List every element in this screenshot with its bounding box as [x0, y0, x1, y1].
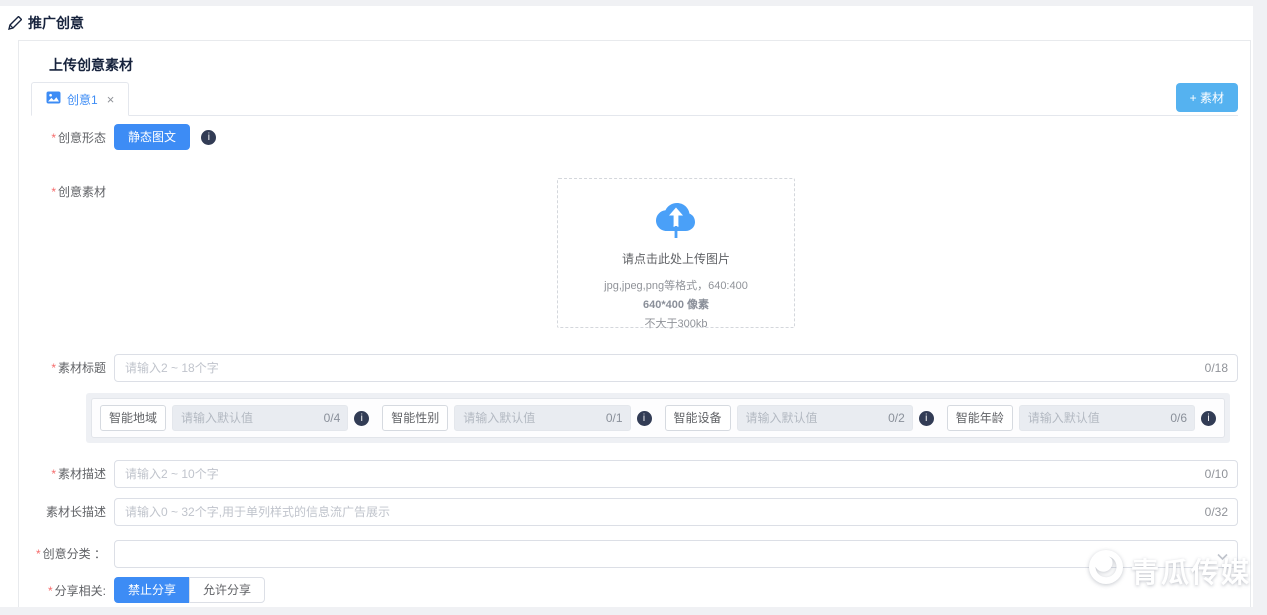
- creative-card: 上传创意素材 创意1 × + 素材 * 创意形态 静态图文 i * 创意素材 请…: [18, 40, 1251, 615]
- required-mark: *: [47, 584, 53, 598]
- bottom-scrollbar-track[interactable]: [0, 607, 1267, 615]
- row-creative-category: * 创意分类 ：: [19, 540, 1238, 568]
- smart-age-input[interactable]: [1018, 405, 1195, 431]
- smart-fields-container: 智能地域 0/4 i 智能性别 0/1 i 智能设备: [91, 398, 1225, 438]
- required-mark: *: [51, 361, 56, 375]
- smart-gender-label: 智能性别: [382, 405, 449, 431]
- top-scroll-strip: [0, 0, 1267, 6]
- material-title-label: * 素材标题: [51, 361, 106, 375]
- smart-device-input[interactable]: [736, 405, 913, 431]
- share-label: * 分享相关:: [47, 584, 106, 598]
- smart-age-label: 智能年龄: [946, 405, 1013, 431]
- static-image-text-button[interactable]: 静态图文: [114, 124, 191, 150]
- creative-form-label: * 创意形态: [51, 131, 106, 145]
- smart-gender-input[interactable]: [454, 405, 631, 431]
- required-mark: *: [51, 131, 56, 145]
- smart-region-counter: 0/4: [323, 411, 341, 425]
- right-scrollbar-track[interactable]: [1253, 0, 1267, 615]
- tab-close-icon[interactable]: ×: [107, 92, 115, 107]
- row-share: * 分享相关: 禁止分享 允许分享: [19, 577, 1238, 605]
- material-desc-label: * 素材描述: [51, 467, 106, 481]
- image-icon: [46, 91, 61, 107]
- smart-fields-band: 智能地域 0/4 i 智能性别 0/1 i 智能设备: [86, 393, 1230, 443]
- info-icon[interactable]: i: [918, 410, 934, 426]
- creative-form: * 创意形态 静态图文 i * 创意素材 请点击此处上传图片 jpg,jpeg,…: [19, 124, 1250, 605]
- row-material-title: *素材标题 0/18: [19, 354, 1238, 382]
- material-long-desc-input[interactable]: [114, 498, 1238, 526]
- chevron-down-icon: [1217, 550, 1228, 564]
- creative-category-select[interactable]: [114, 540, 1238, 568]
- material-desc-input[interactable]: [114, 460, 1238, 488]
- smart-device-label: 智能设备: [664, 405, 731, 431]
- tab-label: 创意1: [67, 92, 98, 107]
- page-title: 推广创意: [8, 13, 84, 33]
- smart-gender-counter: 0/1: [605, 411, 623, 425]
- smart-age-counter: 0/6: [1170, 411, 1187, 425]
- creative-material-label: * 创意素材: [51, 185, 106, 199]
- info-icon[interactable]: i: [636, 410, 652, 426]
- material-long-desc-counter: 0/32: [1204, 505, 1228, 519]
- smart-device-group: 智能设备 0/2 i: [664, 405, 934, 431]
- add-material-button[interactable]: + 素材: [1175, 83, 1238, 112]
- required-mark: *: [51, 185, 56, 199]
- material-long-desc-label: 素材长描述: [45, 505, 106, 519]
- upload-hint-format: jpg,jpeg,png等格式，640:400: [604, 280, 748, 292]
- forbid-share-button[interactable]: 禁止分享: [114, 577, 191, 603]
- page-title-text: 推广创意: [28, 15, 84, 31]
- upload-hint-filesize: 不大于300kb: [644, 318, 708, 330]
- section-title: 上传创意素材: [49, 57, 133, 73]
- smart-region-group: 智能地域 0/4 i: [100, 405, 370, 431]
- creative-tabs: 创意1 × + 素材: [31, 82, 1238, 116]
- row-creative-form: * 创意形态 静态图文 i: [19, 124, 1238, 152]
- upload-hint-size: 640*400 像素: [642, 299, 710, 311]
- info-icon[interactable]: i: [354, 410, 370, 426]
- smart-gender-group: 智能性别 0/1 i: [382, 405, 652, 431]
- required-mark: *: [35, 547, 41, 561]
- smart-age-group: 智能年龄 0/6 i: [946, 405, 1216, 431]
- smart-device-counter: 0/2: [888, 411, 905, 425]
- share-toggle-group: 禁止分享 允许分享: [114, 577, 1238, 603]
- material-title-counter: 0/18: [1204, 361, 1228, 375]
- tab-creative-1[interactable]: 创意1 ×: [31, 82, 130, 116]
- edit-pencil-icon: [8, 15, 23, 30]
- info-icon[interactable]: i: [201, 129, 217, 145]
- image-upload-dropzone[interactable]: 请点击此处上传图片 jpg,jpeg,png等格式，640:400 640*40…: [557, 178, 795, 330]
- material-desc-counter: 0/10: [1204, 467, 1228, 481]
- material-title-input[interactable]: [114, 354, 1238, 382]
- smart-region-input[interactable]: [172, 405, 349, 431]
- smart-region-label: 智能地域: [100, 405, 167, 431]
- upload-hint-main: 请点击此处上传图片: [621, 252, 730, 266]
- row-creative-material: * 创意素材 请点击此处上传图片 jpg,jpeg,png等格式，640:400 …: [19, 178, 1238, 330]
- allow-share-button[interactable]: 允许分享: [189, 577, 266, 603]
- required-mark: *: [51, 467, 56, 481]
- row-material-long-desc: 素材长描述 0/32: [19, 498, 1238, 526]
- creative-category-label: * 创意分类 ：: [35, 547, 106, 561]
- cloud-upload-icon: [558, 199, 794, 242]
- row-material-desc: *素材描述 0/10: [19, 460, 1238, 488]
- info-icon[interactable]: i: [1201, 410, 1216, 426]
